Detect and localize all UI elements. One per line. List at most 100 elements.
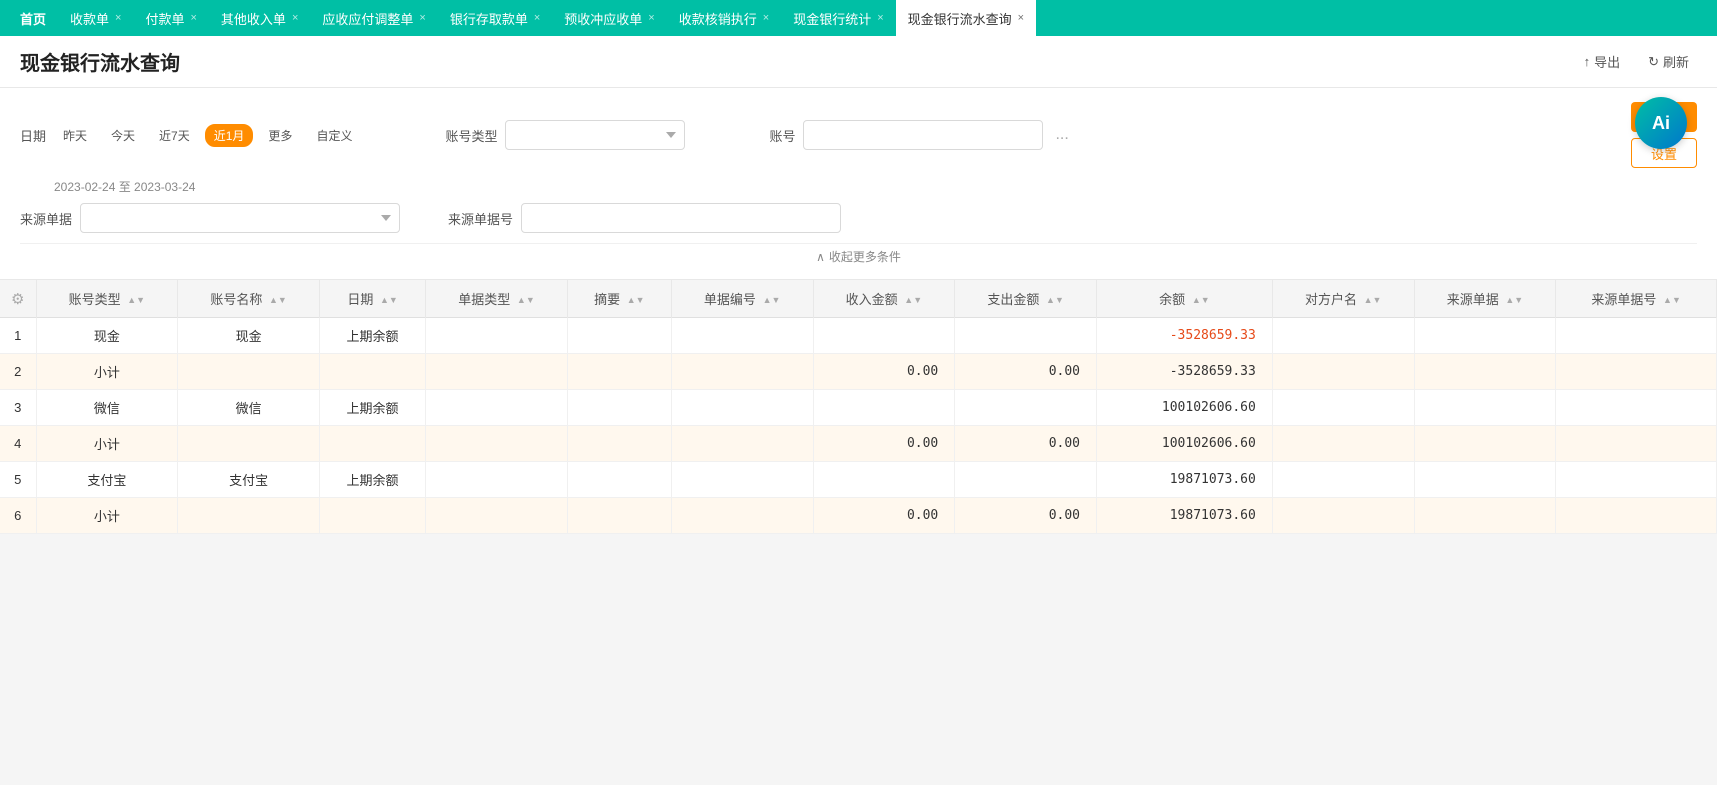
cell-summary [567, 318, 671, 354]
account-type-select[interactable] [505, 120, 685, 150]
th-balance: 余额 ▲▼ [1097, 280, 1273, 318]
account-input[interactable] [803, 120, 1043, 150]
date-btn-yesterday[interactable]: 昨天 [54, 124, 96, 147]
sort-arrows-account-type[interactable]: ▲▼ [127, 296, 145, 305]
cell-source-doc [1414, 390, 1556, 426]
th-doc-no: 单据编号 ▲▼ [671, 280, 813, 318]
nav-item-home[interactable]: 首页 [8, 0, 58, 36]
close-icon-bank-deposit[interactable]: × [534, 12, 540, 24]
cell-source-doc [1414, 462, 1556, 498]
nav-label-cash-flow: 现金银行流水查询 [908, 9, 1012, 28]
cell-date [319, 354, 425, 390]
refresh-icon: ↻ [1648, 54, 1659, 70]
account-filter-group: 账号 ... [769, 120, 1072, 150]
cell-source-doc-no [1556, 498, 1717, 534]
export-button[interactable]: ↑ 导出 [1576, 48, 1629, 75]
nav-item-writeoff[interactable]: 收款核销执行 × [667, 0, 781, 36]
cell-account-type: 小计 [36, 426, 178, 462]
close-icon-cash-stat[interactable]: × [877, 12, 883, 24]
cell-account-name [178, 426, 320, 462]
close-icon-writeoff[interactable]: × [763, 12, 769, 24]
cell-summary [567, 426, 671, 462]
cell-index: 2 [0, 354, 36, 390]
nav-item-cash-stat[interactable]: 现金银行统计 × [781, 0, 895, 36]
header-actions: ↑ 导出 ↻ 刷新 [1576, 48, 1697, 75]
cell-expense [955, 462, 1097, 498]
cell-source-doc [1414, 498, 1556, 534]
nav-item-cash-flow[interactable]: 现金银行流水查询 × [896, 0, 1036, 36]
sort-arrows-doc-no[interactable]: ▲▼ [763, 296, 781, 305]
sort-arrows-account-name[interactable]: ▲▼ [269, 296, 287, 305]
th-expense-label: 支出金额 [987, 292, 1039, 307]
table-row: 4小计0.000.00100102606.60 [0, 426, 1717, 462]
nav-item-other-income[interactable]: 其他收入单 × [209, 0, 310, 36]
cell-counterparty [1272, 390, 1414, 426]
cell-balance: 100102606.60 [1097, 426, 1273, 462]
source-doc-select[interactable] [80, 203, 400, 233]
cell-counterparty [1272, 426, 1414, 462]
ai-assistant-button[interactable]: Ai [1635, 97, 1687, 149]
table-row: 5支付宝支付宝上期余额19871073.60 [0, 462, 1717, 498]
source-doc-no-input[interactable] [521, 203, 841, 233]
data-table: ⚙ 账号类型 ▲▼ 账号名称 ▲▼ 日期 ▲▼ 单据类型 ▲▼ [0, 280, 1717, 534]
date-btn-today[interactable]: 今天 [102, 124, 144, 147]
cell-account-type: 小计 [36, 498, 178, 534]
sort-arrows-counterparty[interactable]: ▲▼ [1364, 296, 1382, 305]
cell-date [319, 498, 425, 534]
cell-source-doc [1414, 354, 1556, 390]
cell-doc-no [671, 354, 813, 390]
date-btn-1month[interactable]: 近1月 [205, 124, 254, 147]
date-btn-custom[interactable]: 自定义 [307, 124, 361, 147]
nav-item-ar-ap-adjust[interactable]: 应收应付调整单 × [310, 0, 437, 36]
close-icon-other-income[interactable]: × [292, 12, 298, 24]
cell-balance: -3528659.33 [1097, 318, 1273, 354]
cell-expense [955, 390, 1097, 426]
cell-account-name [178, 354, 320, 390]
date-filter-label: 日期 [20, 126, 46, 145]
sort-arrows-balance[interactable]: ▲▼ [1192, 296, 1210, 305]
date-btn-more[interactable]: 更多 [259, 124, 301, 147]
nav-item-payment[interactable]: 付款单 × [133, 0, 208, 36]
nav-item-bank-deposit[interactable]: 银行存取款单 × [438, 0, 552, 36]
account-dots[interactable]: ... [1051, 126, 1072, 144]
table-settings-header[interactable]: ⚙ [0, 280, 36, 318]
th-source-doc: 来源单据 ▲▼ [1414, 280, 1556, 318]
filter-row-1: 日期 昨天 今天 近7天 近1月 更多 自定义 账号类型 账号 ... 查询 [20, 102, 1697, 168]
cell-doc-type [426, 426, 568, 462]
gear-icon[interactable]: ⚙ [11, 291, 24, 308]
cell-income [813, 318, 955, 354]
source-doc-label: 来源单据 [20, 209, 72, 228]
sort-arrows-source-doc[interactable]: ▲▼ [1505, 296, 1523, 305]
nav-item-receipt[interactable]: 收款单 × [58, 0, 133, 36]
sort-arrows-doc-type[interactable]: ▲▼ [517, 296, 535, 305]
cell-source-doc-no [1556, 462, 1717, 498]
sort-arrows-summary[interactable]: ▲▼ [627, 296, 645, 305]
cell-source-doc-no [1556, 390, 1717, 426]
sort-arrows-source-doc-no[interactable]: ▲▼ [1663, 296, 1681, 305]
sort-arrows-expense[interactable]: ▲▼ [1046, 296, 1064, 305]
th-account-name-label: 账号名称 [210, 292, 262, 307]
sort-arrows-income[interactable]: ▲▼ [904, 296, 922, 305]
th-balance-label: 余额 [1159, 292, 1185, 307]
date-btn-7days[interactable]: 近7天 [150, 124, 199, 147]
page-header: 现金银行流水查询 ↑ 导出 ↻ 刷新 [0, 36, 1717, 88]
close-icon-ar-ap-adjust[interactable]: × [419, 12, 425, 24]
close-icon-advance-offset[interactable]: × [648, 12, 654, 24]
th-summary: 摘要 ▲▼ [567, 280, 671, 318]
close-icon-cash-flow[interactable]: × [1018, 12, 1024, 24]
export-icon: ↑ [1584, 54, 1591, 69]
cell-date: 上期余额 [319, 390, 425, 426]
cell-expense: 0.00 [955, 354, 1097, 390]
cell-index: 3 [0, 390, 36, 426]
collapse-bar[interactable]: ∧ 收起更多条件 [20, 243, 1697, 269]
cell-income [813, 462, 955, 498]
close-icon-receipt[interactable]: × [115, 12, 121, 24]
nav-item-advance-offset[interactable]: 预收冲应收单 × [552, 0, 666, 36]
account-label: 账号 [769, 126, 795, 145]
ai-label: Ai [1652, 113, 1670, 134]
close-icon-payment[interactable]: × [190, 12, 196, 24]
data-table-wrap: ⚙ 账号类型 ▲▼ 账号名称 ▲▼ 日期 ▲▼ 单据类型 ▲▼ [0, 280, 1717, 534]
table-body: 1现金现金上期余额-3528659.332小计0.000.00-3528659.… [0, 318, 1717, 534]
sort-arrows-date[interactable]: ▲▼ [380, 296, 398, 305]
refresh-button[interactable]: ↻ 刷新 [1640, 48, 1697, 75]
